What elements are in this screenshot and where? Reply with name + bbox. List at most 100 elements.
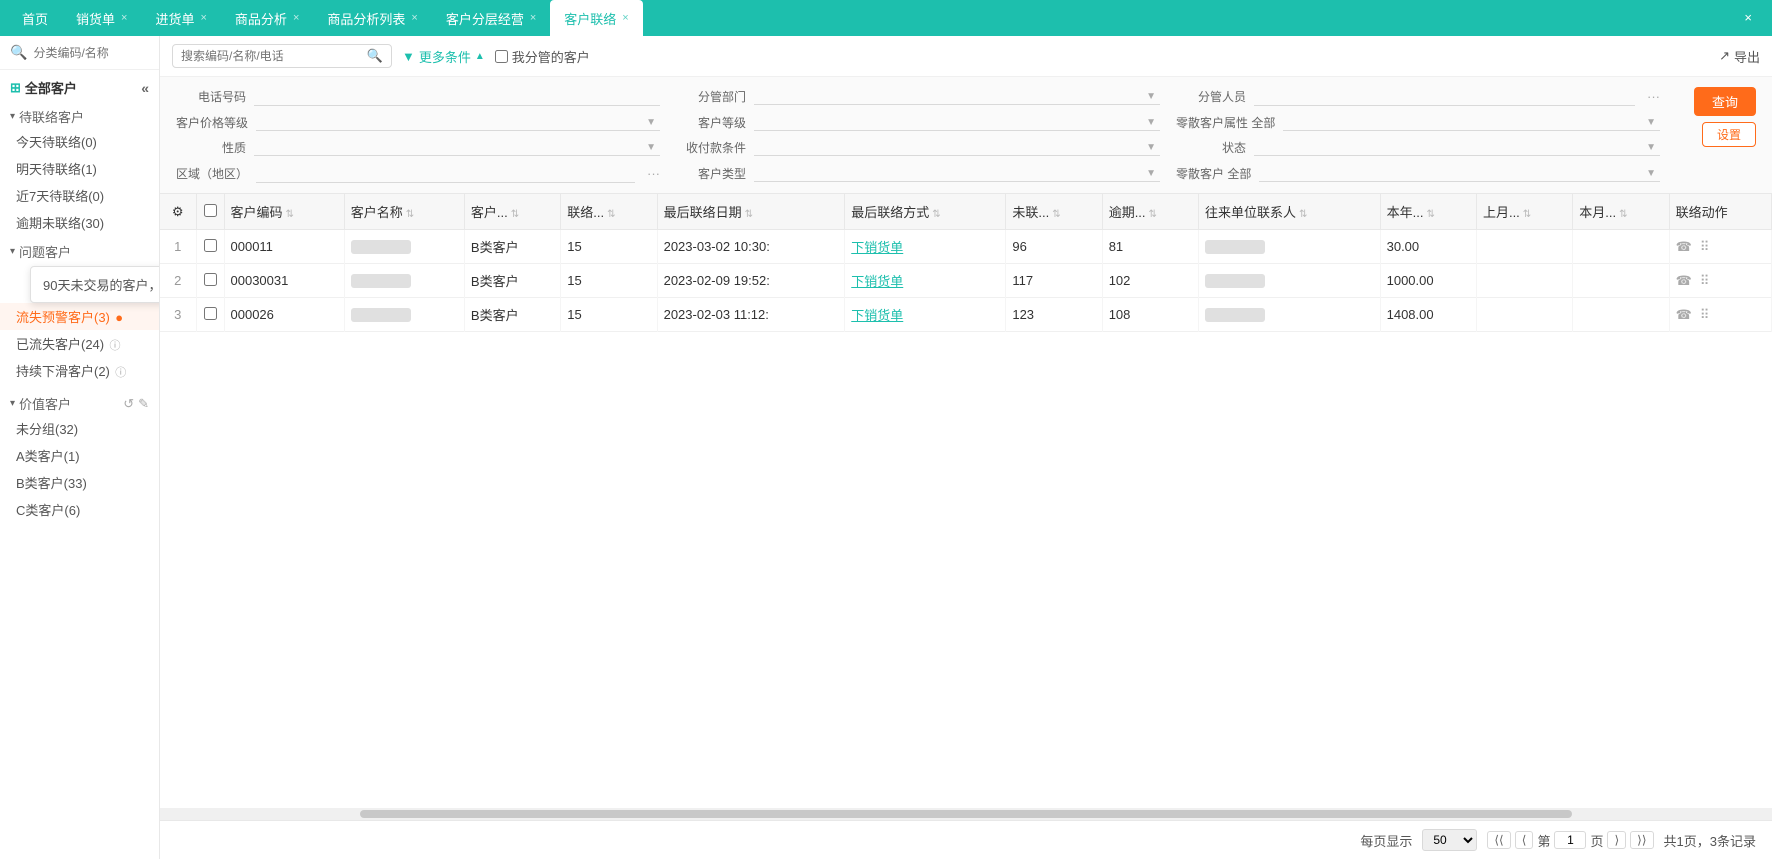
last-method-link-3[interactable]: 下销货单 — [851, 308, 903, 323]
prev-page-button[interactable]: ⟨ — [1515, 831, 1534, 849]
sort-last-month-icon[interactable]: ⇅ — [1523, 209, 1531, 220]
sort-type-icon[interactable]: ⇅ — [511, 209, 519, 220]
department-select[interactable]: ▼ — [754, 89, 1160, 105]
sidebar-item-a-class[interactable]: A类客户(1) — [0, 442, 159, 469]
page-num-input[interactable] — [1554, 831, 1586, 849]
sidebar-item-declining[interactable]: 持续下滑客户(2) ⓘ — [0, 357, 159, 384]
price-level-select[interactable]: ▼ — [256, 115, 660, 131]
row-checkbox-2[interactable] — [196, 264, 224, 298]
contact-action-3[interactable]: ☎ — [1676, 307, 1692, 323]
sidebar-item-churned[interactable]: 已流失客户(24) ⓘ — [0, 330, 159, 357]
churn-warning-icon: ● — [115, 310, 123, 325]
sort-unit-contact-icon[interactable]: ⇅ — [1299, 209, 1307, 220]
tab-customer-segment[interactable]: 客户分层经营 × — [432, 0, 550, 36]
row-last-method-2[interactable]: 下销货单 — [845, 264, 1006, 298]
manager-input[interactable] — [1254, 87, 1635, 106]
settings-button[interactable]: 设置 — [1702, 122, 1756, 147]
sidebar-item-churn-warning[interactable]: 流失预警客户(3) ● — [0, 303, 159, 330]
region-dots[interactable]: ··· — [647, 166, 660, 181]
export-icon: ↗ — [1719, 48, 1730, 64]
sidebar-item-tomorrow[interactable]: 明天待联络(1) — [0, 155, 159, 182]
retail-attr-select[interactable]: ▼ — [1283, 115, 1660, 131]
export-button[interactable]: ↗ 导出 — [1719, 47, 1760, 66]
last-method-link-1[interactable]: 下销货单 — [851, 240, 903, 255]
tab-analysis[interactable]: 商品分析 × — [221, 0, 313, 36]
my-customers-checkbox-wrap[interactable]: 我分管的客户 — [495, 47, 590, 66]
group-value-customers[interactable]: ▾ 价值客户 ↺ ✎ — [0, 388, 159, 415]
select-all-checkbox[interactable] — [204, 204, 217, 217]
gear-column-header[interactable]: ⚙ — [160, 194, 196, 230]
status-select[interactable]: ▼ — [1254, 140, 1660, 156]
payment-select[interactable]: ▼ — [754, 140, 1160, 156]
more-action-2[interactable]: ⠿ — [1700, 273, 1710, 289]
next-page-button[interactable]: ⟩ — [1607, 831, 1626, 849]
row-checkbox-3[interactable] — [196, 298, 224, 332]
sort-last-date-icon[interactable]: ⇅ — [745, 209, 753, 220]
sidebar-item-7days[interactable]: 近7天待联络(0) — [0, 182, 159, 209]
close-purchase-icon[interactable]: × — [200, 12, 206, 24]
region-input[interactable] — [256, 164, 635, 183]
tab-analysis-list[interactable]: 商品分析列表 × — [313, 0, 431, 36]
customer-type-select[interactable]: ▼ — [754, 166, 1160, 182]
info-icon: ⓘ — [109, 340, 120, 352]
sort-uncontacted-icon[interactable]: ⇅ — [1052, 209, 1060, 220]
scrollbar-thumb[interactable] — [360, 810, 1572, 818]
sort-last-method-icon[interactable]: ⇅ — [932, 209, 940, 220]
search-input[interactable] — [181, 49, 361, 63]
tab-sales[interactable]: 销货单 × — [62, 0, 141, 36]
sidebar-item-ungroup[interactable]: 未分组(32) — [0, 415, 159, 442]
close-sales-icon[interactable]: × — [121, 12, 127, 24]
close-analysis-list-icon[interactable]: × — [411, 12, 417, 24]
contact-action-2[interactable]: ☎ — [1676, 273, 1692, 289]
sidebar-item-today[interactable]: 今天待联络(0) — [0, 128, 159, 155]
sort-contact-icon[interactable]: ⇅ — [607, 209, 615, 220]
tab-customer-contact[interactable]: 客户联络 × — [550, 0, 642, 36]
close-customer-contact-icon[interactable]: × — [622, 12, 628, 24]
refresh-icon[interactable]: ↺ — [123, 396, 134, 412]
all-customers-header[interactable]: ⊞ 全部客户 « — [0, 70, 159, 101]
tab-home[interactable]: 首页 — [8, 0, 62, 36]
row-last-method-1[interactable]: 下销货单 — [845, 230, 1006, 264]
sort-this-year-icon[interactable]: ⇅ — [1426, 209, 1434, 220]
customer-table: ⚙ 客户编码⇅ 客户名称⇅ 客户...⇅ 联络...⇅ 最后联络日期⇅ 最后联络… — [160, 194, 1772, 332]
sidebar-item-b-class[interactable]: B类客户(33) — [0, 469, 159, 496]
last-method-link-2[interactable]: 下销货单 — [851, 274, 903, 289]
customer-level-select[interactable]: ▼ — [754, 115, 1160, 131]
sort-code-icon[interactable]: ⇅ — [286, 209, 294, 220]
phone-input[interactable] — [254, 87, 660, 106]
close-analysis-icon[interactable]: × — [293, 12, 299, 24]
sort-this-month-icon[interactable]: ⇅ — [1619, 209, 1627, 220]
first-page-button[interactable]: ⟨⟨ — [1487, 831, 1510, 849]
sort-overdue-icon[interactable]: ⇅ — [1149, 209, 1157, 220]
tab-purchase[interactable]: 进货单 × — [141, 0, 220, 36]
row-contact-1: 15 — [561, 230, 657, 264]
sidebar-collapse-icon[interactable]: « — [141, 80, 149, 96]
row-last-method-3[interactable]: 下销货单 — [845, 298, 1006, 332]
contact-action-1[interactable]: ☎ — [1676, 239, 1692, 255]
group-pending-contact[interactable]: ▾ 待联络客户 — [0, 101, 159, 128]
sidebar-item-c-class[interactable]: C类客户(6) — [0, 496, 159, 523]
group-problem-title[interactable]: ▾ 问题客户 — [0, 236, 159, 263]
nature-select[interactable]: ▼ — [254, 140, 660, 156]
sidebar-search-input[interactable] — [33, 46, 149, 60]
page-size-select[interactable]: 50 20 100 — [1422, 829, 1477, 851]
edit-icon[interactable]: ✎ — [138, 396, 149, 412]
manager-dots[interactable]: ··· — [1647, 89, 1660, 104]
more-action-1[interactable]: ⠿ — [1700, 239, 1710, 255]
close-customer-segment-icon[interactable]: × — [530, 12, 536, 24]
last-page-button[interactable]: ⟩⟩ — [1630, 831, 1653, 849]
close-all-button[interactable]: × — [1732, 9, 1764, 27]
my-customers-checkbox[interactable] — [495, 50, 508, 63]
more-conditions-button[interactable]: ▼ 更多条件 ▲ — [402, 47, 485, 66]
horizontal-scrollbar[interactable] — [160, 808, 1772, 820]
query-button[interactable]: 查询 — [1694, 87, 1756, 116]
sidebar-item-overdue[interactable]: 逾期未联络(30) — [0, 209, 159, 236]
checkbox-column-header[interactable] — [196, 194, 224, 230]
more-action-3[interactable]: ⠿ — [1700, 307, 1710, 323]
retail-customer-select[interactable]: ▼ — [1259, 166, 1660, 182]
col-this-month: 本月...⇅ — [1573, 194, 1669, 230]
sort-name-icon[interactable]: ⇅ — [406, 209, 414, 220]
my-customers-label: 我分管的客户 — [512, 47, 590, 66]
row-checkbox-1[interactable] — [196, 230, 224, 264]
search-bar-icon[interactable]: 🔍 — [367, 48, 383, 64]
